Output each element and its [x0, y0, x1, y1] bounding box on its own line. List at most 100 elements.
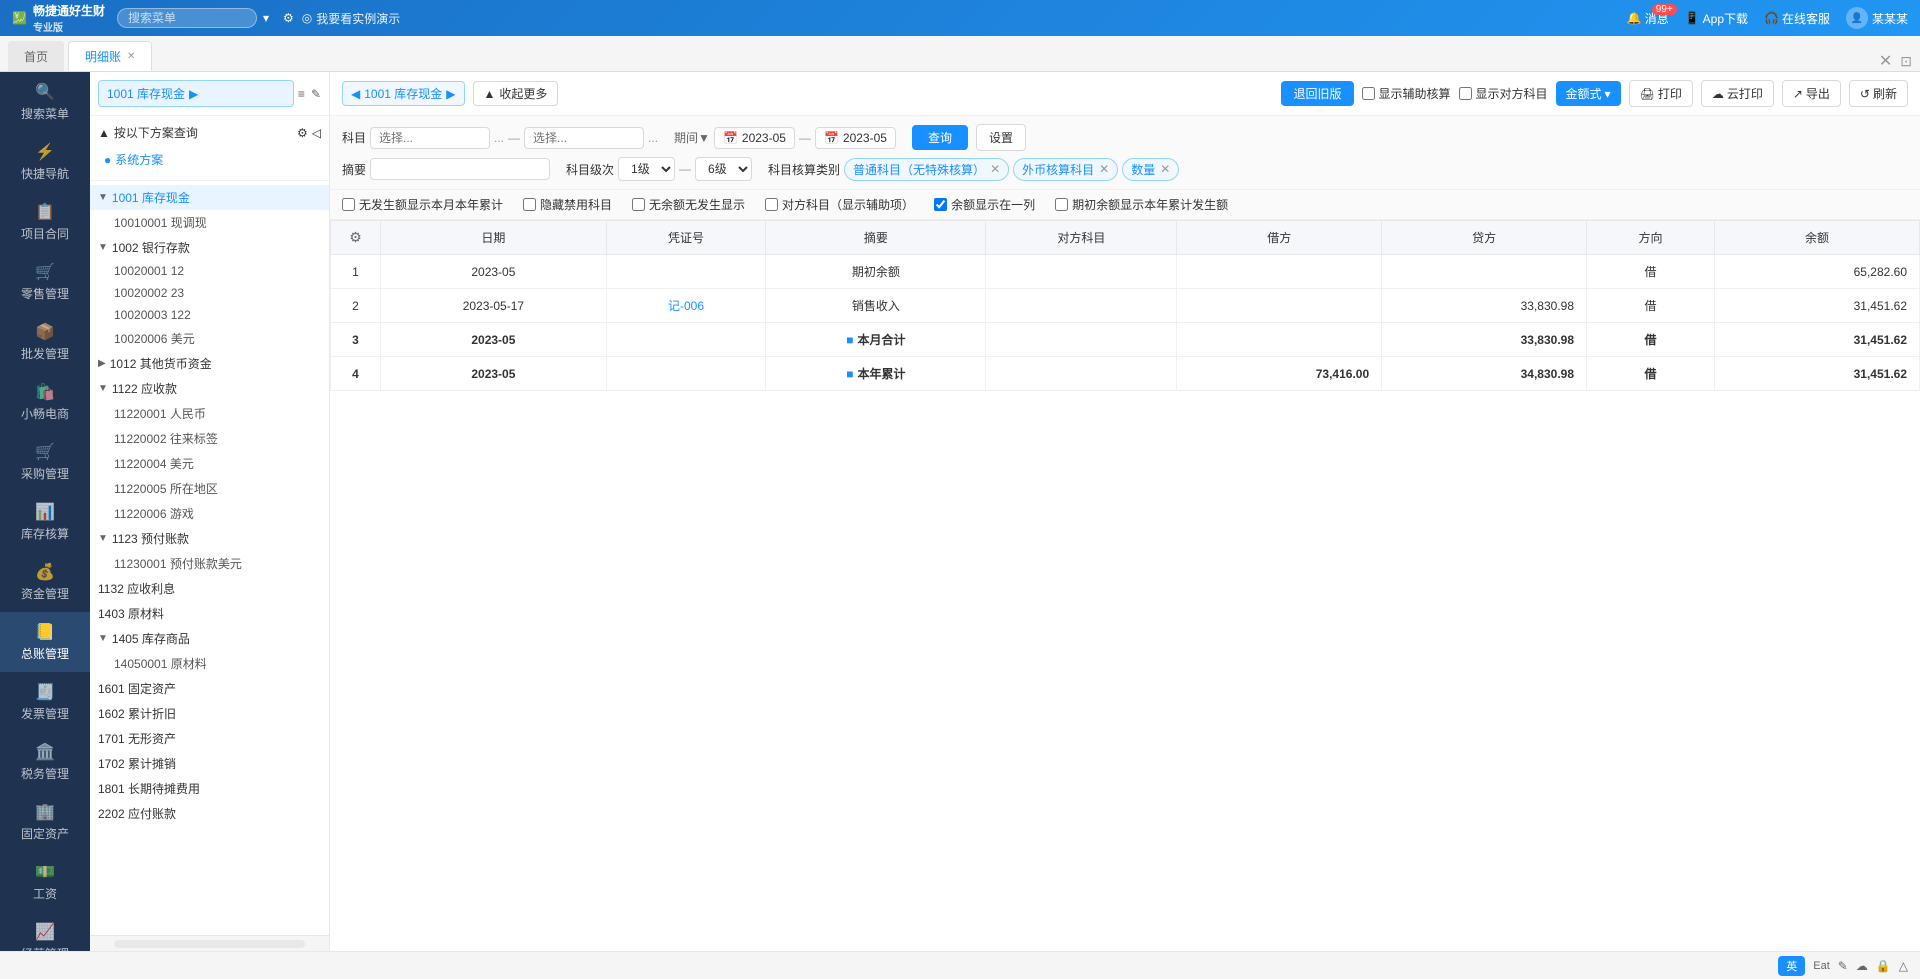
subject-input-2[interactable] — [524, 127, 644, 149]
cb-balance-one-col-input[interactable] — [934, 198, 947, 211]
tree-item-10020001[interactable]: 10020001 12 — [90, 260, 329, 282]
tree-item-11220005[interactable]: 11220005 所在地区 — [90, 476, 329, 501]
settings-small-icon[interactable]: ⚙ — [297, 126, 308, 140]
tree-item-10020002[interactable]: 10020002 23 — [90, 282, 329, 304]
settings-icon[interactable]: ⚙ — [283, 11, 294, 25]
tree-item-1405[interactable]: ▼ 1405 库存商品 — [90, 626, 329, 651]
cb-balance-one-col[interactable]: 余额显示在一列 — [934, 196, 1035, 213]
sidebar-item-purchase[interactable]: 🛒 采购管理 — [0, 432, 90, 492]
period-start-picker[interactable]: 📅 2023-05 — [714, 127, 795, 149]
sidebar-item-wholesale[interactable]: 📦 批发管理 — [0, 312, 90, 372]
level-end-select[interactable]: 6级 — [695, 157, 752, 181]
back-old-version-btn[interactable]: 退回旧版 — [1281, 81, 1353, 106]
panel-close-icon[interactable]: ✕ — [1879, 51, 1892, 71]
sidebar-item-assets[interactable]: 🏢 固定资产 — [0, 792, 90, 852]
tree-item-11230001[interactable]: 11230001 预付账款美元 — [90, 551, 329, 576]
demo-link[interactable]: ◎ 我要看实例演示 — [302, 10, 401, 27]
show-aux-checkbox[interactable]: 显示辅助核算 — [1362, 85, 1451, 102]
breadcrumb-tag[interactable]: ◀ 1001 库存现金 ▶ — [342, 81, 465, 106]
tree-item-1702[interactable]: 1702 累计摊销 — [90, 751, 329, 776]
sidebar-item-retail[interactable]: 🛒 零售管理 — [0, 252, 90, 312]
lang-btn[interactable]: 英 — [1778, 956, 1805, 976]
tree-item-11220002[interactable]: 11220002 往来标签 — [90, 426, 329, 451]
export-btn[interactable]: ↗ 导出 — [1782, 80, 1841, 107]
cb-hide-disabled[interactable]: 隐藏禁用科目 — [523, 196, 612, 213]
voucher-link[interactable]: 记-006 — [668, 299, 704, 313]
tree-item-14050001[interactable]: 14050001 原材料 — [90, 651, 329, 676]
notification-btn[interactable]: 🔔 消息 99+ — [1627, 10, 1669, 27]
tree-item-1602[interactable]: 1602 累计折旧 — [90, 701, 329, 726]
refresh-btn[interactable]: ↺ 刷新 — [1849, 80, 1908, 107]
cb-no-amount-input[interactable] — [342, 198, 355, 211]
cb-no-balance[interactable]: 无余额无发生显示 — [632, 196, 745, 213]
list-icon[interactable]: ≡ — [298, 87, 305, 101]
tree-item-11220001[interactable]: 11220001 人民币 — [90, 401, 329, 426]
cb-contra-subject[interactable]: 对方科目（显示辅助项） — [765, 196, 914, 213]
tree-item-1403[interactable]: 1403 原材料 — [90, 601, 329, 626]
query-btn[interactable]: 查询 — [912, 125, 968, 150]
bottom-icon-3[interactable]: 🔒 — [1876, 959, 1891, 973]
filter-tag-quantity[interactable]: 数量 ✕ — [1122, 158, 1179, 181]
table-row[interactable]: 22023-05-17记-006销售收入33,830.98借31,451.62 — [331, 289, 1920, 323]
tree-item-10020003[interactable]: 10020003 122 — [90, 304, 329, 326]
tree-item-1701[interactable]: 1701 无形资产 — [90, 726, 329, 751]
app-download-btn[interactable]: 📱 App下载 — [1685, 10, 1748, 27]
user-area[interactable]: 👤 某某某 — [1846, 7, 1908, 29]
sidebar-item-capital[interactable]: 💰 资金管理 — [0, 552, 90, 612]
subject-selector[interactable]: 1001 库存现金 ▶ — [98, 80, 294, 107]
tree-item-11220006[interactable]: 11220006 游戏 — [90, 501, 329, 526]
filter-tag-foreign-close[interactable]: ✕ — [1099, 162, 1109, 176]
tab-home[interactable]: 首页 — [8, 41, 64, 71]
tab-close-icon[interactable]: ✕ — [127, 51, 135, 62]
cb-no-amount[interactable]: 无发生额显示本月本年累计 — [342, 196, 503, 213]
cb-period-balance[interactable]: 期初余额显示本年累计发生额 — [1055, 196, 1228, 213]
tree-item-1132[interactable]: 1132 应收利息 — [90, 576, 329, 601]
table-row[interactable]: 32023-05■本月合计33,830.98借31,451.62 — [331, 323, 1920, 357]
print-btn[interactable]: 🖨 打印 — [1629, 80, 1693, 107]
filter-settings-btn[interactable]: 设置 — [976, 124, 1026, 151]
subject-input[interactable] — [370, 127, 490, 149]
sidebar-item-project[interactable]: 📋 项目合同 — [0, 192, 90, 252]
bottom-icon-4[interactable]: △ — [1899, 959, 1908, 973]
tree-item-2202[interactable]: 2202 应付账款 — [90, 801, 329, 826]
cloud-print-btn[interactable]: ☁ 云打印 — [1701, 80, 1774, 107]
cb-hide-disabled-input[interactable] — [523, 198, 536, 211]
sidebar-item-ecommerce[interactable]: 🛍️ 小畅电商 — [0, 372, 90, 432]
cb-no-balance-input[interactable] — [632, 198, 645, 211]
period-end-picker[interactable]: 📅 2023-05 — [815, 127, 896, 149]
cb-period-balance-input[interactable] — [1055, 198, 1068, 211]
sidebar-item-quick-nav[interactable]: ⚡ 快捷导航 — [0, 132, 90, 192]
tree-item-10020006[interactable]: 10020006 美元 — [90, 326, 329, 351]
show-contra-input[interactable] — [1459, 87, 1472, 100]
bottom-icon-2[interactable]: ☁ — [1856, 959, 1868, 973]
show-aux-input[interactable] — [1362, 87, 1375, 100]
gear-col-icon[interactable]: ⚙ — [349, 229, 362, 245]
edit-icon[interactable]: ✎ — [311, 87, 321, 101]
tree-item-1002[interactable]: ▼ 1002 银行存款 — [90, 235, 329, 260]
table-row[interactable]: 12023-05期初余额借65,282.60 — [331, 255, 1920, 289]
sidebar-item-search[interactable]: 🔍 搜索菜单 — [0, 72, 90, 132]
filter-tag-foreign[interactable]: 外币核算科目 ✕ — [1013, 158, 1118, 181]
tree-item-1122[interactable]: ▼ 1122 应收款 — [90, 376, 329, 401]
tree-item-1801[interactable]: 1801 长期待摊费用 — [90, 776, 329, 801]
tree-item-10010001[interactable]: 10010001 现调现 — [90, 210, 329, 235]
search-input[interactable] — [117, 8, 257, 28]
bottom-icon-1[interactable]: ✎ — [1838, 959, 1848, 973]
show-contra-checkbox[interactable]: 显示对方科目 — [1459, 85, 1548, 102]
table-row[interactable]: 42023-05■本年累计73,416.0034,830.98借31,451.6… — [331, 357, 1920, 391]
tree-item-1601[interactable]: 1601 固定资产 — [90, 676, 329, 701]
filter-tag-quantity-close[interactable]: ✕ — [1160, 162, 1170, 176]
sidebar-item-operations[interactable]: 📈 经营管理 — [0, 912, 90, 951]
level-start-select[interactable]: 1级 — [618, 157, 675, 181]
summary-input[interactable] — [370, 158, 550, 180]
cb-contra-subject-input[interactable] — [765, 198, 778, 211]
panel-expand-icon[interactable]: ⊡ — [1900, 53, 1912, 70]
sidebar-item-ledger[interactable]: 📒 总账管理 — [0, 612, 90, 672]
sidebar-item-tax[interactable]: 🏛️ 税务管理 — [0, 732, 90, 792]
sidebar-item-invoice[interactable]: 🧾 发票管理 — [0, 672, 90, 732]
tab-ledger[interactable]: 明细账 ✕ — [68, 41, 152, 71]
more-btn[interactable]: ▲ 收起更多 — [473, 81, 559, 106]
collapse-icon[interactable]: ◁ — [312, 126, 321, 140]
search-dropdown-icon[interactable]: ▾ — [263, 11, 269, 25]
online-service-btn[interactable]: 🎧 在线客服 — [1764, 10, 1830, 27]
